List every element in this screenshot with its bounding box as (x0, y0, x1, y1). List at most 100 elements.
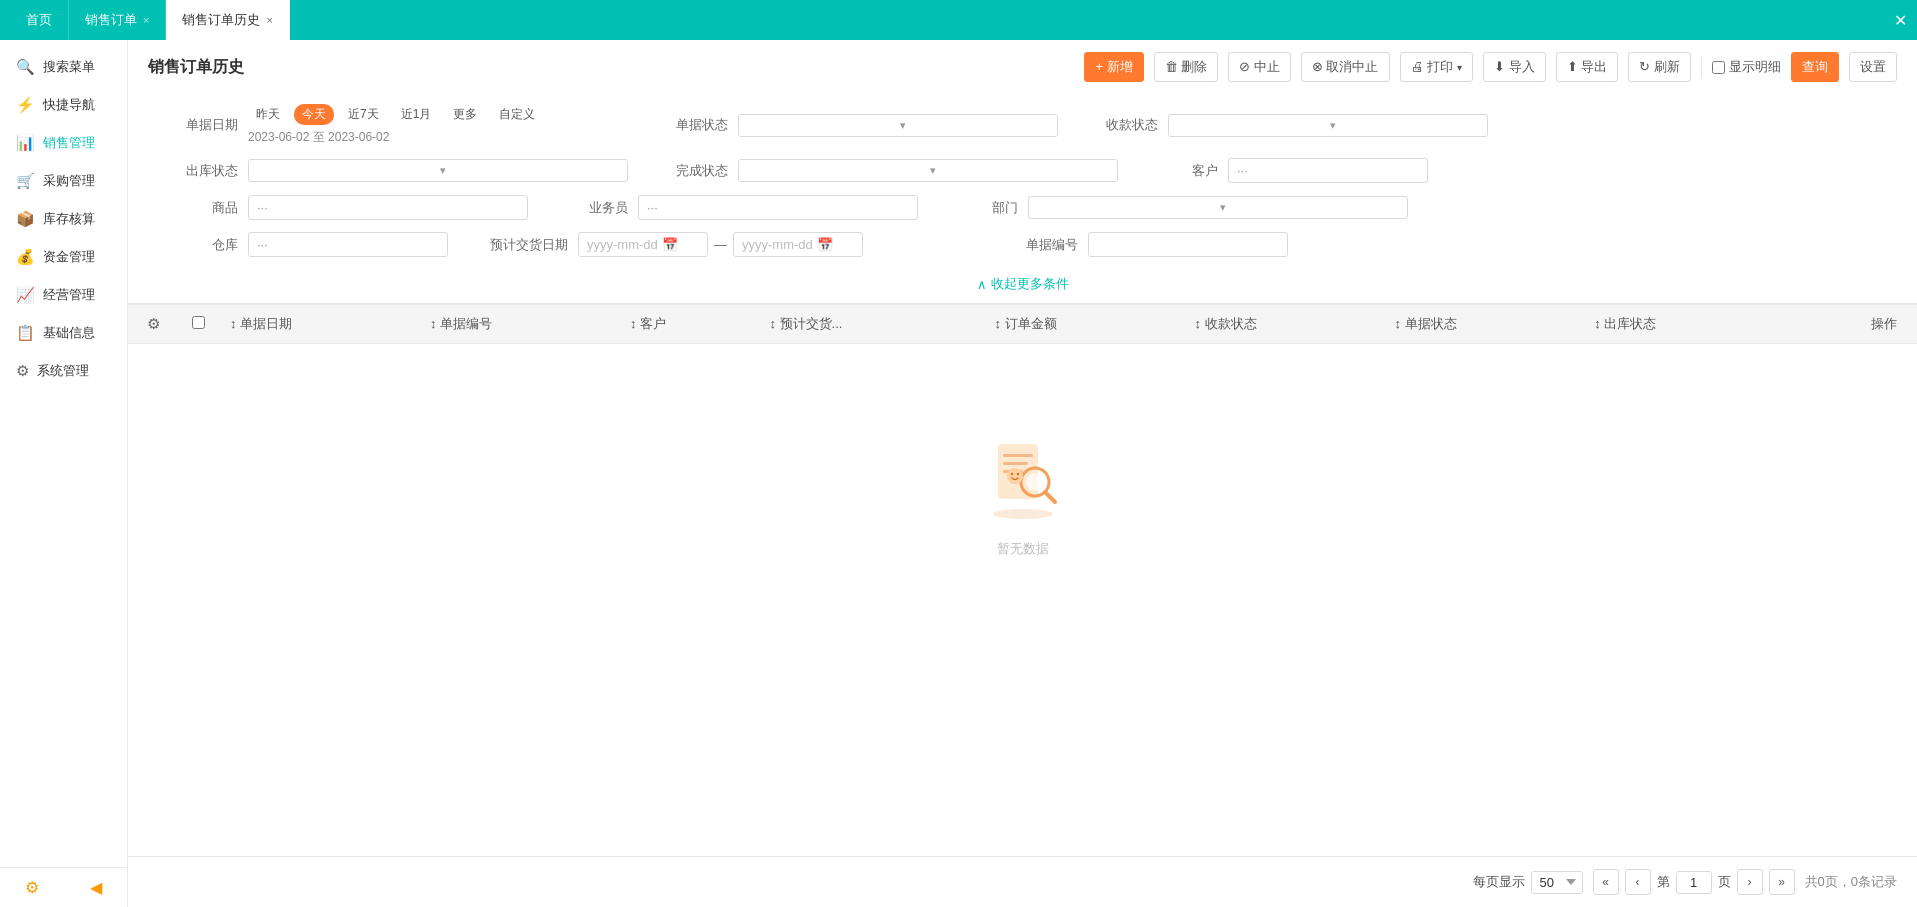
query-button[interactable]: 查询 (1791, 52, 1839, 82)
date-opt-1month[interactable]: 近1月 (393, 104, 440, 125)
date-input-group: yyyy-mm-dd 📅 — yyyy-mm-dd 📅 (578, 232, 978, 257)
setup-button[interactable]: 设置 (1849, 52, 1897, 82)
tab-sales-order-close[interactable]: × (143, 14, 149, 26)
expected-date-label: 预计交货日期 (478, 236, 578, 254)
receipt-status-arrow: ▾ (1330, 119, 1479, 132)
select-all-checkbox[interactable] (192, 316, 205, 329)
customer-input[interactable]: ··· (1228, 158, 1428, 183)
sidebar-item-sys-mgmt-label: 系统管理 (37, 362, 89, 380)
th-receipt-status[interactable]: ↕ 收款状态 (1182, 305, 1382, 344)
sidebar-bottom: ⚙ ◀ (0, 867, 127, 907)
receipt-status-select[interactable]: ▾ (1168, 114, 1488, 137)
warehouse-input[interactable]: ··· (248, 232, 448, 257)
sidebar-item-sales-mgmt[interactable]: 📊 销售管理 (0, 124, 127, 162)
new-button[interactable]: + 新增 (1084, 52, 1143, 82)
th-doc-no[interactable]: ↕ 单据编号 (418, 305, 618, 344)
import-button[interactable]: ⬇ 导入 (1483, 52, 1546, 82)
close-window-icon[interactable]: ✕ (1894, 11, 1907, 30)
first-page-button[interactable]: « (1593, 869, 1619, 895)
refresh-button[interactable]: ↻ 刷新 (1628, 52, 1691, 82)
print-dropdown-icon[interactable]: ▾ (1457, 62, 1462, 73)
calendar-start-icon[interactable]: 📅 (662, 237, 678, 252)
show-detail-checkbox[interactable] (1712, 61, 1725, 74)
delete-button[interactable]: 🗑 删除 (1154, 52, 1219, 82)
collapse-button[interactable]: ∧ 收起更多条件 (168, 269, 1877, 303)
expected-date-end[interactable]: yyyy-mm-dd 📅 (733, 232, 863, 257)
sidebar-item-ops-mgmt[interactable]: 📈 经营管理 (0, 276, 127, 314)
stop-button-label: ⊘ 中止 (1239, 58, 1280, 76)
main-layout: 🔍 搜索菜单 ⚡ 快捷导航 📊 销售管理 🛒 采购管理 📦 库存核算 💰 资金管… (0, 40, 1917, 907)
status-select[interactable]: ▾ (738, 114, 1058, 137)
complete-select[interactable]: ▾ (738, 159, 1118, 182)
th-actions-label: 操作 (1871, 316, 1897, 331)
sales-mgmt-icon: 📊 (16, 134, 35, 152)
th-doc-status[interactable]: ↕ 单据状态 (1382, 305, 1582, 344)
prev-page-button[interactable]: ‹ (1625, 869, 1651, 895)
collapse-up-icon: ∧ (977, 277, 987, 292)
sidebar-item-stock-check[interactable]: 📦 库存核算 (0, 200, 127, 238)
page-label: 页 (1718, 873, 1731, 891)
doc-no-label: 单据编号 (1008, 236, 1088, 254)
sidebar-item-purchase-mgmt[interactable]: 🛒 采购管理 (0, 162, 127, 200)
date-opt-custom[interactable]: 自定义 (491, 104, 543, 125)
out-stock-select[interactable]: ▾ (248, 159, 628, 182)
per-page-select[interactable]: 50 10 20 100 (1531, 871, 1583, 894)
sidebar-settings-icon[interactable]: ⚙ (25, 878, 39, 897)
export-button[interactable]: ⬆ 导出 (1556, 52, 1619, 82)
th-doc-status-label: ↕ 单据状态 (1394, 315, 1456, 333)
th-out-stock-status[interactable]: ↕ 出库状态 (1582, 305, 1782, 344)
export-button-label: ⬆ 导出 (1567, 58, 1608, 76)
date-filter: 昨天 今天 近7天 近1月 更多 自定义 2023-06-02 至 2023-0… (248, 104, 628, 146)
salesman-input[interactable]: ··· (638, 195, 918, 220)
calendar-end-icon[interactable]: 📅 (817, 237, 833, 252)
last-page-button[interactable]: » (1769, 869, 1795, 895)
sidebar: 🔍 搜索菜单 ⚡ 快捷导航 📊 销售管理 🛒 采购管理 📦 库存核算 💰 资金管… (0, 40, 128, 907)
complete-arrow: ▾ (930, 164, 1109, 177)
th-doc-date-label: ↕ 单据日期 (230, 315, 292, 333)
sidebar-collapse-icon[interactable]: ◀ (90, 878, 102, 897)
expected-date-end-value: yyyy-mm-dd (742, 237, 813, 252)
cancel-stop-button[interactable]: ⊗ 取消中止 (1301, 52, 1390, 82)
date-opt-7days[interactable]: 近7天 (340, 104, 387, 125)
th-receipt-status-label: ↕ 收款状态 (1194, 315, 1256, 333)
product-input[interactable]: ··· (248, 195, 528, 220)
doc-no-input[interactable] (1088, 232, 1288, 257)
show-detail-checkbox-label[interactable]: 显示明细 (1712, 58, 1781, 76)
tab-sales-order-history[interactable]: 销售订单历史 × (166, 0, 289, 40)
sidebar-item-search-menu[interactable]: 🔍 搜索菜单 (0, 48, 127, 86)
table-container[interactable]: ⚙ ↕ 单据日期 ↕ 单据编号 (128, 304, 1917, 856)
page-title: 销售订单历史 (148, 57, 244, 78)
next-page-button[interactable]: › (1737, 869, 1763, 895)
print-button[interactable]: 🖨 打印 ▾ (1400, 52, 1474, 82)
salesman-filter: ··· (638, 195, 918, 220)
tab-sales-order[interactable]: 销售订单 × (69, 0, 166, 40)
page-word: 第 (1657, 873, 1670, 891)
th-expected-delivery[interactable]: ↕ 预计交货... (757, 305, 982, 344)
customer-label: 客户 (1148, 162, 1228, 180)
sidebar-item-purchase-mgmt-label: 采购管理 (43, 172, 95, 190)
date-opt-today[interactable]: 今天 (294, 104, 334, 125)
th-customer[interactable]: ↕ 客户 (618, 305, 758, 344)
sidebar-item-basic-info[interactable]: 📋 基础信息 (0, 314, 127, 352)
settings-gear-icon[interactable]: ⚙ (147, 315, 160, 332)
page-number-input[interactable] (1676, 871, 1712, 894)
sidebar-item-sys-mgmt[interactable]: ⚙ 系统管理 (0, 352, 127, 390)
cancel-stop-button-label: ⊗ 取消中止 (1312, 58, 1379, 76)
finance-mgmt-icon: 💰 (16, 248, 35, 266)
expected-date-start[interactable]: yyyy-mm-dd 📅 (578, 232, 708, 257)
filter-row-2: 出库状态 ▾ 完成状态 ▾ 客户 (168, 158, 1877, 183)
stop-button[interactable]: ⊘ 中止 (1228, 52, 1291, 82)
date-opt-more[interactable]: 更多 (445, 104, 485, 125)
svg-point-0 (993, 509, 1053, 519)
toolbar: + 新增 🗑 删除 ⊘ 中止 ⊗ 取消中止 🖨 打印 ▾ (1084, 52, 1897, 82)
sidebar-item-finance-mgmt[interactable]: 💰 资金管理 (0, 238, 127, 276)
dept-select[interactable]: ▾ (1028, 196, 1408, 219)
sidebar-item-quick-nav[interactable]: ⚡ 快捷导航 (0, 86, 127, 124)
date-opt-yesterday[interactable]: 昨天 (248, 104, 288, 125)
doc-no-filter (1088, 232, 1468, 257)
th-doc-date[interactable]: ↕ 单据日期 (218, 305, 418, 344)
tab-home[interactable]: 首页 (10, 0, 69, 40)
tab-sales-order-history-close[interactable]: × (266, 14, 272, 26)
sidebar-item-quick-nav-label: 快捷导航 (43, 96, 95, 114)
th-order-amount[interactable]: ↕ 订单金额 (983, 305, 1183, 344)
